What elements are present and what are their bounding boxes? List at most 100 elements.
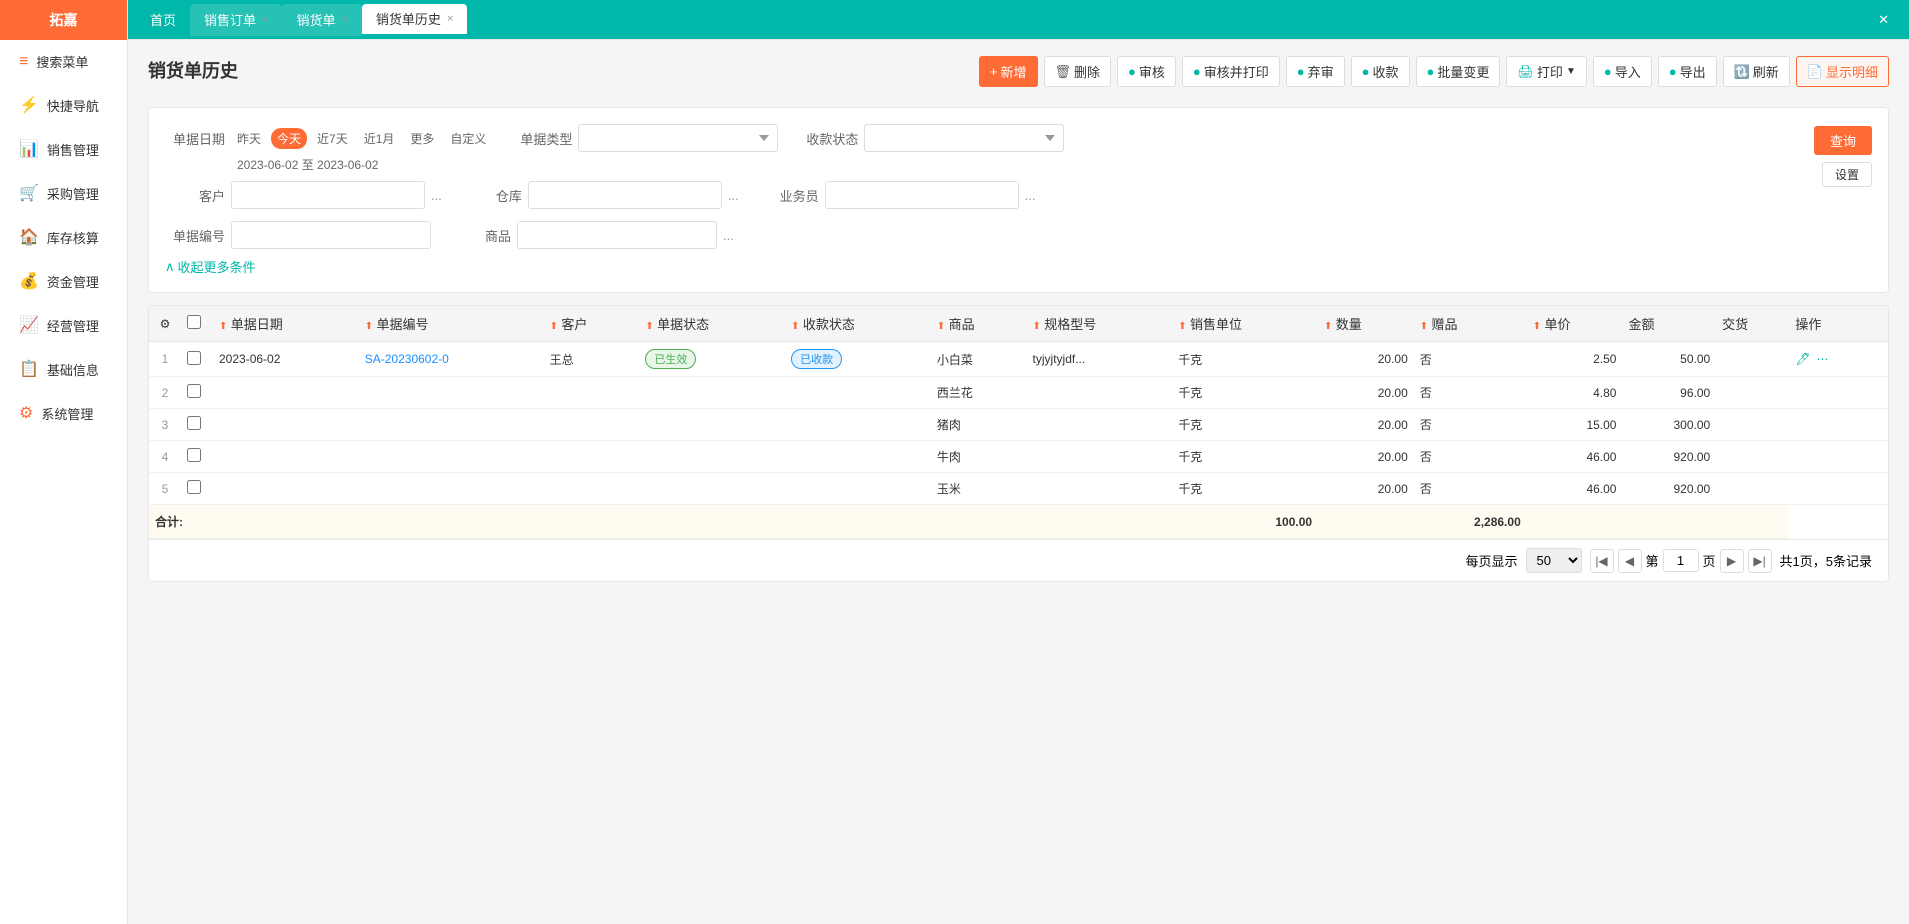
new-button[interactable]: + 新增 (979, 56, 1038, 87)
row-amount-3: 920.00 (1622, 441, 1716, 473)
row-transaction-3 (1716, 441, 1789, 473)
sidebar-item-base-info[interactable]: 📋 基础信息 (0, 347, 127, 391)
row-checkbox-1[interactable] (181, 377, 213, 409)
row-checkbox[interactable] (187, 384, 201, 398)
batch-change-label: 批量变更 (1437, 62, 1489, 81)
sidebar-item-operations[interactable]: 📈 经营管理 (0, 303, 127, 347)
query-button[interactable]: 查询 (1814, 126, 1872, 155)
abandon-button[interactable]: ● 弃审 (1286, 56, 1345, 87)
col-unit-price[interactable]: ⬆ 单价 (1527, 306, 1623, 342)
more-action-btn[interactable]: ⋯ (1817, 352, 1829, 366)
tab-sales-history[interactable]: 销货单历史 × (362, 4, 467, 36)
row-customer-2 (544, 409, 640, 441)
col-quantity[interactable]: ⬆ 数量 (1318, 306, 1414, 342)
export-button[interactable]: ● 导出 (1658, 56, 1717, 87)
batch-change-button[interactable]: ● 批量变更 (1416, 56, 1501, 87)
sidebar-item-search-menu[interactable]: ≡ 搜索菜单 (0, 40, 127, 83)
collapse-button[interactable]: ∧ 收起更多条件 (165, 257, 1872, 276)
col-collect-status[interactable]: ⬆ 收款状态 (785, 306, 931, 342)
row-checkbox-0[interactable] (181, 342, 213, 377)
col-sales-unit-label: 销售单位 (1190, 317, 1242, 332)
row-spec-3 (1027, 441, 1173, 473)
sidebar-item-finance[interactable]: 💰 资金管理 (0, 259, 127, 303)
date-btn-more[interactable]: 更多 (404, 128, 440, 149)
col-doc-no[interactable]: ⬆ 单据编号 (359, 306, 544, 342)
page-size-select[interactable]: 50 100 (1526, 548, 1582, 573)
col-gift[interactable]: ⬆ 赠品 (1414, 306, 1527, 342)
print-button[interactable]: 🖨 打印 ▼ (1506, 56, 1586, 87)
doc-type-select[interactable] (578, 124, 778, 152)
salesperson-dots[interactable]: ... (1025, 188, 1036, 203)
select-all-checkbox[interactable] (187, 315, 201, 329)
new-icon: + (990, 64, 998, 79)
row-checkbox-2[interactable] (181, 409, 213, 441)
date-btn-custom[interactable]: 自定义 (444, 128, 492, 149)
col-spec-type[interactable]: ⬆ 规格型号 (1027, 306, 1173, 342)
next-page-btn[interactable]: ▶ (1720, 549, 1744, 573)
row-collect-status-3 (785, 441, 931, 473)
first-page-btn[interactable]: |◀ (1590, 549, 1614, 573)
salesperson-input[interactable] (825, 181, 1019, 209)
doc-no-input[interactable] (231, 221, 431, 249)
page-number-input[interactable] (1663, 549, 1699, 572)
col-settings[interactable]: ⚙ (149, 306, 181, 342)
row-checkbox-4[interactable] (181, 473, 213, 505)
date-btn-7days[interactable]: 近7天 (311, 128, 354, 149)
table-header-row: ⚙ ⬆ 单据日期 ⬆ 单据编号 ⬆ (149, 306, 1888, 342)
sidebar-item-purchase-mgmt[interactable]: 🛒 采购管理 (0, 171, 127, 215)
row-doc-no-0[interactable]: SA-20230602-0 (359, 342, 544, 377)
tab-sales-goods[interactable]: 销货单 × (282, 4, 361, 36)
sales-icon: 📊 (19, 139, 39, 159)
col-doc-status[interactable]: ⬆ 单据状态 (639, 306, 785, 342)
collect-button[interactable]: ● 收款 (1351, 56, 1410, 87)
prev-page-btn[interactable]: ◀ (1618, 549, 1642, 573)
import-button[interactable]: ● 导入 (1593, 56, 1652, 87)
row-checkbox[interactable] (187, 480, 201, 494)
table-row: 2 西兰花 千克 20.00 否 4.80 96.00 (149, 377, 1888, 409)
tab-sales-goods-close[interactable]: × (341, 14, 347, 26)
sidebar-item-sys-mgmt[interactable]: ⚙ 系统管理 (0, 391, 127, 435)
customer-dots[interactable]: ... (431, 188, 442, 203)
date-btn-today[interactable]: 今天 (271, 128, 307, 149)
col-goods[interactable]: ⬆ 商品 (931, 306, 1027, 342)
delete-button[interactable]: 🗑 删除 (1044, 56, 1112, 87)
tab-sales-history-close[interactable]: × (447, 13, 453, 25)
col-goods-label: 商品 (949, 317, 975, 332)
audit-print-button[interactable]: ● 审核并打印 (1182, 56, 1280, 87)
collect-status-select[interactable] (864, 124, 1064, 152)
audit-button[interactable]: ● 审核 (1117, 56, 1176, 87)
warehouse-input[interactable] (528, 181, 722, 209)
row-customer-3 (544, 441, 640, 473)
warehouse-dots[interactable]: ... (728, 188, 739, 203)
refresh-button[interactable]: 🔃 刷新 (1723, 56, 1790, 87)
tab-sales-order[interactable]: 销售订单 × (190, 4, 282, 36)
row-checkbox[interactable] (187, 351, 201, 365)
date-btn-1month[interactable]: 近1月 (358, 128, 401, 149)
window-close-btn[interactable]: ✕ (1878, 12, 1901, 28)
sidebar-item-sales-mgmt[interactable]: 📊 销售管理 (0, 127, 127, 171)
goods-input[interactable] (517, 221, 717, 249)
row-customer-4 (544, 473, 640, 505)
goods-dots[interactable]: ... (723, 228, 734, 243)
col-sales-unit[interactable]: ⬆ 销售单位 (1172, 306, 1318, 342)
col-doc-date[interactable]: ⬆ 单据日期 (213, 306, 359, 342)
row-checkbox[interactable] (187, 416, 201, 430)
settings-button[interactable]: 设置 (1822, 162, 1872, 187)
last-page-btn[interactable]: ▶| (1748, 549, 1772, 573)
customer-input[interactable] (231, 181, 425, 209)
sidebar-item-quick-nav[interactable]: ⚡ 快捷导航 (0, 83, 127, 127)
edit-action-btn[interactable]: 🖊 (1795, 352, 1810, 366)
sidebar-item-inventory[interactable]: 🏠 库存核算 (0, 215, 127, 259)
col-customer-label: 客户 (561, 317, 587, 332)
col-transaction-label: 交货 (1722, 317, 1748, 332)
refresh-icon: 🔃 (1734, 64, 1750, 80)
tab-home[interactable]: 首页 (136, 4, 190, 36)
date-btn-yesterday[interactable]: 昨天 (231, 128, 267, 149)
col-customer[interactable]: ⬆ 客户 (544, 306, 640, 342)
sidebar-item-label: 采购管理 (47, 184, 99, 203)
total-info: 共1页，5条记录 (1780, 551, 1872, 570)
tab-sales-order-close[interactable]: × (262, 14, 268, 26)
show-detail-button[interactable]: 📄 显示明细 (1796, 56, 1889, 87)
row-checkbox[interactable] (187, 448, 201, 462)
row-checkbox-3[interactable] (181, 441, 213, 473)
